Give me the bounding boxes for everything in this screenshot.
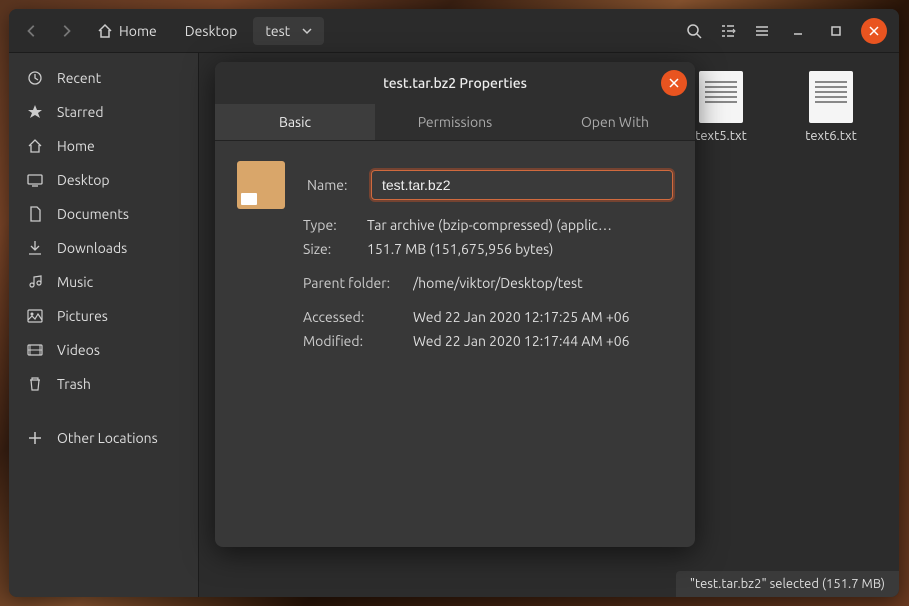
modified-value: Wed 22 Jan 2020 12:17:44 AM +06 [413,333,673,349]
file-label: text5.txt [695,129,746,143]
sidebar-item-label: Starred [57,104,104,120]
sidebar-item-desktop[interactable]: Desktop [9,163,198,197]
size-label: Size: [303,241,349,257]
download-icon [27,240,45,256]
trash-icon [27,376,45,392]
sidebar: Recent Starred Home Desktop [9,53,199,597]
dialog-title: test.tar.bz2 Properties [383,75,527,91]
file-item[interactable]: text5.txt [689,71,753,143]
forward-button[interactable] [51,16,81,46]
view-list-button[interactable] [713,16,743,46]
accessed-value: Wed 22 Jan 2020 12:17:25 AM +06 [413,309,673,325]
sidebar-item-recent[interactable]: Recent [9,61,198,95]
tab-permissions[interactable]: Permissions [375,104,535,140]
chevron-down-icon [302,26,312,36]
tab-open-with[interactable]: Open With [535,104,695,140]
sidebar-item-other-locations[interactable]: Other Locations [9,421,198,455]
sidebar-item-videos[interactable]: Videos [9,333,198,367]
parent-folder-value: /home/viktor/Desktop/test [413,275,673,291]
sidebar-item-label: Trash [57,376,91,392]
dialog-close-button[interactable] [661,70,687,96]
size-value: 151.7 MB (151,675,956 bytes) [367,241,673,257]
sidebar-item-label: Music [57,274,93,290]
type-label: Type: [303,217,349,233]
minimize-button[interactable] [785,18,811,44]
maximize-button[interactable] [823,18,849,44]
desktop-icon [27,172,45,188]
accessed-label: Accessed: [303,309,395,325]
hamburger-menu-button[interactable] [747,16,777,46]
close-window-button[interactable] [861,18,887,44]
sidebar-item-label: Downloads [57,240,127,256]
breadcrumb-label: Home [119,23,157,39]
document-icon [27,206,45,222]
sidebar-item-documents[interactable]: Documents [9,197,198,231]
breadcrumb-label: Desktop [185,23,238,39]
dialog-titlebar: test.tar.bz2 Properties [215,62,695,104]
dialog-body: Name: Type: Tar archive (bzip-compressed… [215,141,695,547]
sidebar-item-label: Videos [57,342,100,358]
text-file-icon [699,71,743,123]
sidebar-item-label: Home [57,138,95,154]
modified-label: Modified: [303,333,395,349]
statusbar: "test.tar.bz2" selected (151.7 MB) [676,571,899,597]
titlebar: Home Desktop test [9,9,899,53]
sidebar-item-label: Desktop [57,172,110,188]
sidebar-item-downloads[interactable]: Downloads [9,231,198,265]
breadcrumb-label: test [265,23,290,39]
archive-icon [237,161,285,209]
dialog-tabs: Basic Permissions Open With [215,104,695,141]
name-label: Name: [307,177,353,193]
breadcrumb-home[interactable]: Home [85,17,169,45]
pictures-icon [27,308,45,324]
sidebar-item-pictures[interactable]: Pictures [9,299,198,333]
breadcrumb-desktop[interactable]: Desktop [173,17,250,45]
file-label: text6.txt [805,129,856,143]
tab-basic[interactable]: Basic [215,104,375,140]
clock-icon [27,70,45,86]
sidebar-item-label: Other Locations [57,430,158,446]
back-button[interactable] [17,16,47,46]
sidebar-item-starred[interactable]: Starred [9,95,198,129]
plus-icon [27,430,45,446]
sidebar-item-home[interactable]: Home [9,129,198,163]
music-icon [27,274,45,290]
parent-folder-label: Parent folder: [303,275,395,291]
sidebar-item-music[interactable]: Music [9,265,198,299]
properties-dialog: test.tar.bz2 Properties Basic Permission… [215,62,695,547]
text-file-icon [809,71,853,123]
home-icon [97,23,113,39]
star-icon [27,104,45,120]
breadcrumb-test[interactable]: test [253,17,324,45]
home-icon [27,138,45,154]
type-value: Tar archive (bzip-compressed) (applic… [367,217,673,233]
sidebar-item-label: Pictures [57,308,108,324]
search-button[interactable] [679,16,709,46]
video-icon [27,342,45,358]
name-input[interactable] [371,170,673,200]
file-item[interactable]: text6.txt [799,71,863,143]
sidebar-item-label: Documents [57,206,129,222]
sidebar-item-trash[interactable]: Trash [9,367,198,401]
sidebar-item-label: Recent [57,70,101,86]
